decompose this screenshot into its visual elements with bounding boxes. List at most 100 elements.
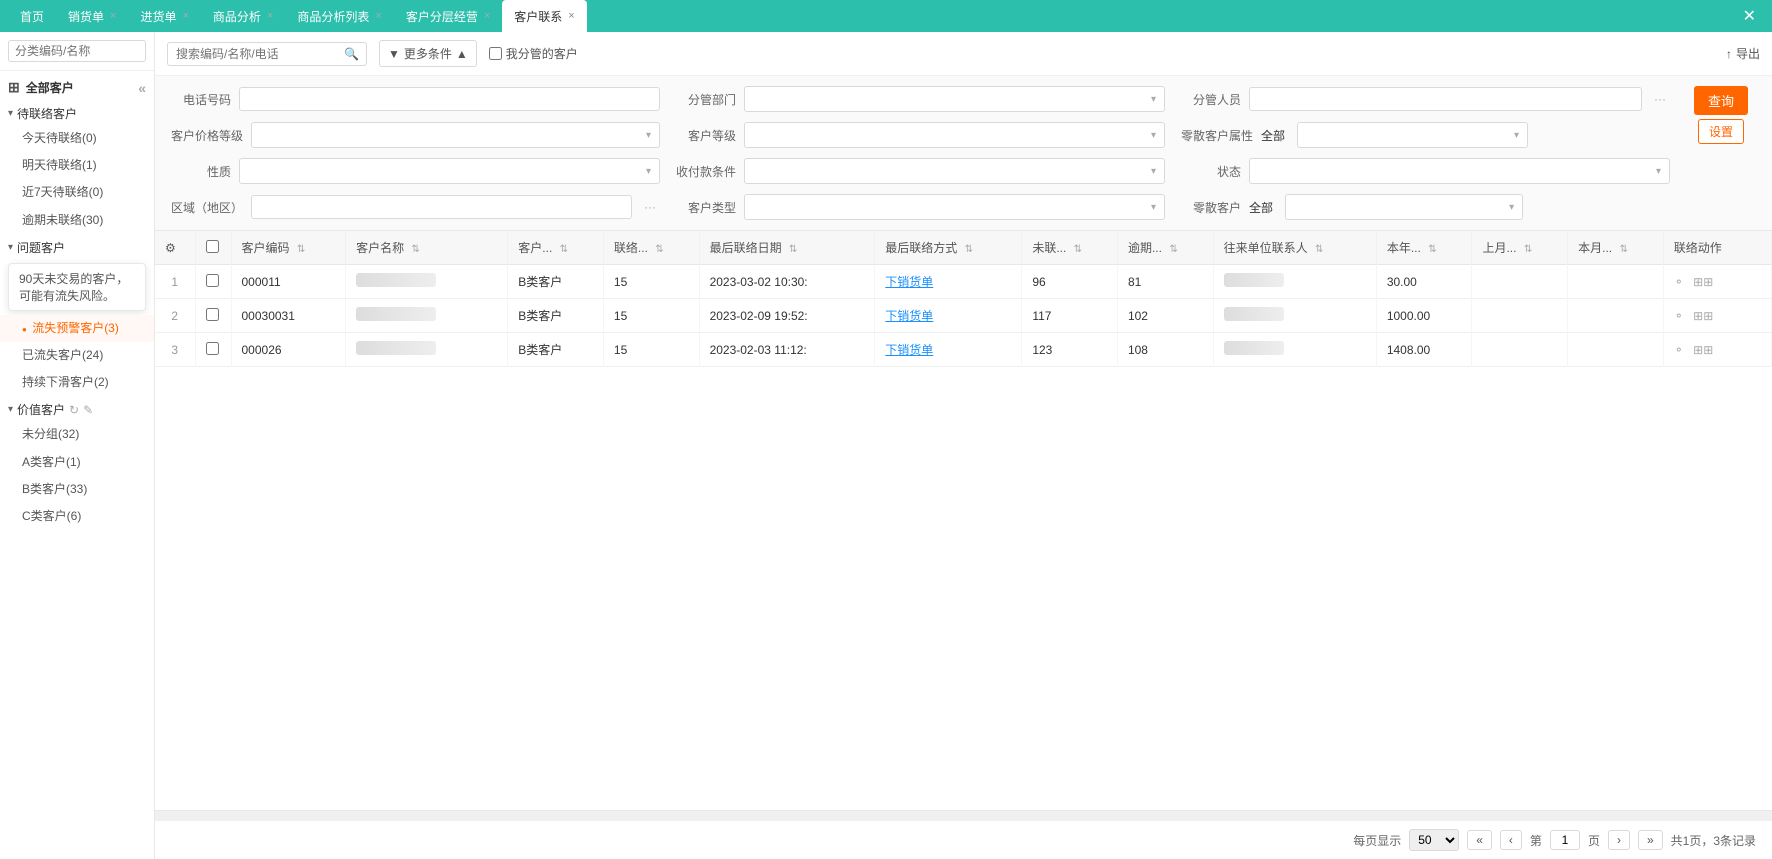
sidebar-collapse-icon[interactable]: « (138, 80, 146, 96)
tab-customer-contact[interactable]: 客户联系 × (502, 0, 586, 32)
filter-region-input[interactable] (251, 195, 632, 219)
filter-scatter-select[interactable]: ▾ (1285, 194, 1523, 220)
sidebar-item-7days[interactable]: 近7天待联络(0) (0, 179, 154, 206)
tab-sales[interactable]: 销货单 × (56, 0, 128, 32)
main-search-input[interactable] (167, 42, 367, 66)
tab-analysis-list[interactable]: 商品分析列表 × (285, 0, 393, 32)
per-page-label: 每页显示 (1353, 832, 1401, 849)
sidebar-item-today[interactable]: 今天待联络(0) (0, 125, 154, 152)
select-all-checkbox[interactable] (206, 240, 219, 253)
tab-close-analysis-list[interactable]: × (375, 10, 381, 22)
col-checkbox (195, 231, 231, 265)
horizontal-scrollbar[interactable] (155, 810, 1772, 820)
sidebar-item-ungrouped[interactable]: 未分组(32) (0, 421, 154, 448)
row-checkbox[interactable] (206, 274, 219, 287)
sort-icon-person[interactable]: ⇅ (1315, 244, 1323, 255)
action-more-icon[interactable]: ⊞⊞ (1693, 309, 1713, 323)
chevron-down-icon-status: ▾ (1656, 166, 1661, 177)
cell-code: 00030031 (231, 299, 346, 333)
page-input[interactable] (1550, 830, 1580, 850)
action-link-icon[interactable]: ⚬ (1674, 275, 1684, 289)
sidebar-group-pending[interactable]: ▾ 待联络客户 (0, 100, 154, 125)
active-dot-icon: ● (22, 325, 27, 334)
tab-close-customer-tier[interactable]: × (484, 10, 490, 22)
col-settings[interactable]: ⚙ (155, 231, 195, 265)
my-customers-checkbox-label[interactable]: 我分管的客户 (489, 45, 578, 62)
tab-purchase[interactable]: 进货单 × (128, 0, 200, 32)
sidebar-group-problem[interactable]: ▾ 问题客户 (0, 234, 154, 259)
sidebar-item-class-a[interactable]: A类客户(1) (0, 449, 154, 476)
sort-icon-last-method[interactable]: ⇅ (965, 244, 973, 255)
sort-icon-overdue[interactable]: ⇅ (1169, 244, 1177, 255)
row-checkbox[interactable] (206, 342, 219, 355)
setting-button[interactable]: 设置 (1698, 119, 1744, 144)
filter-price-level-select[interactable]: ▾ (251, 122, 660, 148)
filter-phone-input[interactable] (239, 87, 660, 111)
tab-close-purchase[interactable]: × (182, 10, 188, 22)
row-checkbox[interactable] (206, 308, 219, 321)
sort-icon-last-month[interactable]: ⇅ (1524, 244, 1532, 255)
filter-status-select[interactable]: ▾ (1249, 158, 1670, 184)
cell-this-month (1568, 265, 1664, 299)
sidebar-root-header[interactable]: ⊞ 全部客户 « (0, 71, 154, 100)
action-more-icon[interactable]: ⊞⊞ (1693, 343, 1713, 357)
sort-icon-uncontacted[interactable]: ⇅ (1074, 244, 1082, 255)
tab-analysis[interactable]: 商品分析 × (201, 0, 285, 32)
sort-icon-last-date[interactable]: ⇅ (789, 244, 797, 255)
filter-nature-select[interactable]: ▾ (239, 158, 660, 184)
last-method-link[interactable]: 下销货单 (885, 275, 933, 289)
filter-customer-level-select[interactable]: ▾ (744, 122, 1165, 148)
filter-scatter-attr: 零散客户属性 全部 ▾ (1181, 122, 1670, 148)
tab-close-customer-contact[interactable]: × (568, 10, 574, 22)
sidebar-search-input[interactable] (8, 40, 146, 62)
last-method-link[interactable]: 下销货单 (885, 343, 933, 357)
tab-close-sales[interactable]: × (110, 10, 116, 22)
cell-checkbox (195, 333, 231, 367)
tab-close-analysis[interactable]: × (267, 10, 273, 22)
sort-icon-this-month[interactable]: ⇅ (1619, 244, 1627, 255)
last-page-button[interactable]: » (1638, 830, 1663, 850)
col-last-method: 最后联络方式 ⇅ (875, 231, 1022, 265)
filter-dept-select[interactable]: ▾ (744, 86, 1165, 112)
filter-scatter-attr-select[interactable]: ▾ (1297, 122, 1528, 148)
tab-home[interactable]: 首页 (8, 0, 56, 32)
filter-region-dots[interactable]: ··· (640, 200, 660, 214)
export-button[interactable]: ↑ 导出 (1726, 45, 1760, 62)
filter-customer-type-select[interactable]: ▾ (744, 194, 1165, 220)
more-conditions-button[interactable]: ▼ 更多条件 ▲ (379, 40, 477, 67)
cell-rownum: 1 (155, 265, 195, 299)
sidebar-item-churn-warning[interactable]: ● 流失预警客户(3) (0, 315, 154, 342)
filter-person-input[interactable] (1249, 87, 1642, 111)
sort-icon-type[interactable]: ⇅ (560, 244, 568, 255)
sidebar-item-class-c[interactable]: C类客户(6) (0, 503, 154, 530)
action-more-icon[interactable]: ⊞⊞ (1693, 275, 1713, 289)
sort-icon-contact[interactable]: ⇅ (655, 244, 663, 255)
action-link-icon[interactable]: ⚬ (1674, 343, 1684, 357)
sort-icon-this-year[interactable]: ⇅ (1428, 244, 1436, 255)
sidebar-item-churned[interactable]: 已流失客户(24) (0, 342, 154, 369)
sidebar-item-overdue-contact[interactable]: 逾期未联络(30) (0, 207, 154, 234)
last-method-link[interactable]: 下销货单 (885, 309, 933, 323)
filter-payment-select[interactable]: ▾ (744, 158, 1165, 184)
prev-page-button[interactable]: ‹ (1500, 830, 1522, 850)
sidebar-item-tomorrow[interactable]: 明天待联络(1) (0, 152, 154, 179)
edit-icon[interactable]: ✎ (83, 403, 93, 417)
per-page-select[interactable]: 50 100 (1409, 829, 1459, 851)
window-close-button[interactable]: ✕ (1735, 6, 1764, 26)
action-link-icon[interactable]: ⚬ (1674, 309, 1684, 323)
cell-last-month (1472, 333, 1568, 367)
refresh-icon[interactable]: ↻ (69, 403, 79, 417)
sidebar-group-value[interactable]: ▾ 价值客户 ↻ ✎ (0, 396, 154, 421)
filter-person-dots[interactable]: ··· (1650, 92, 1670, 106)
sort-icon-code[interactable]: ⇅ (297, 244, 305, 255)
filter-row-4: 区域（地区） ··· 客户类型 ▾ 零散客户 (171, 194, 1670, 220)
first-page-button[interactable]: « (1467, 830, 1492, 850)
sidebar-item-declining[interactable]: 持续下滑客户(2) (0, 369, 154, 396)
next-page-button[interactable]: › (1608, 830, 1630, 850)
my-customers-checkbox[interactable] (489, 47, 502, 60)
sidebar-item-class-b[interactable]: B类客户(33) (0, 476, 154, 503)
filter-phone-label: 电话号码 (171, 91, 231, 108)
sort-icon-name[interactable]: ⇅ (411, 244, 419, 255)
tab-customer-tier[interactable]: 客户分层经营 × (394, 0, 502, 32)
query-button[interactable]: 查询 (1694, 86, 1748, 115)
